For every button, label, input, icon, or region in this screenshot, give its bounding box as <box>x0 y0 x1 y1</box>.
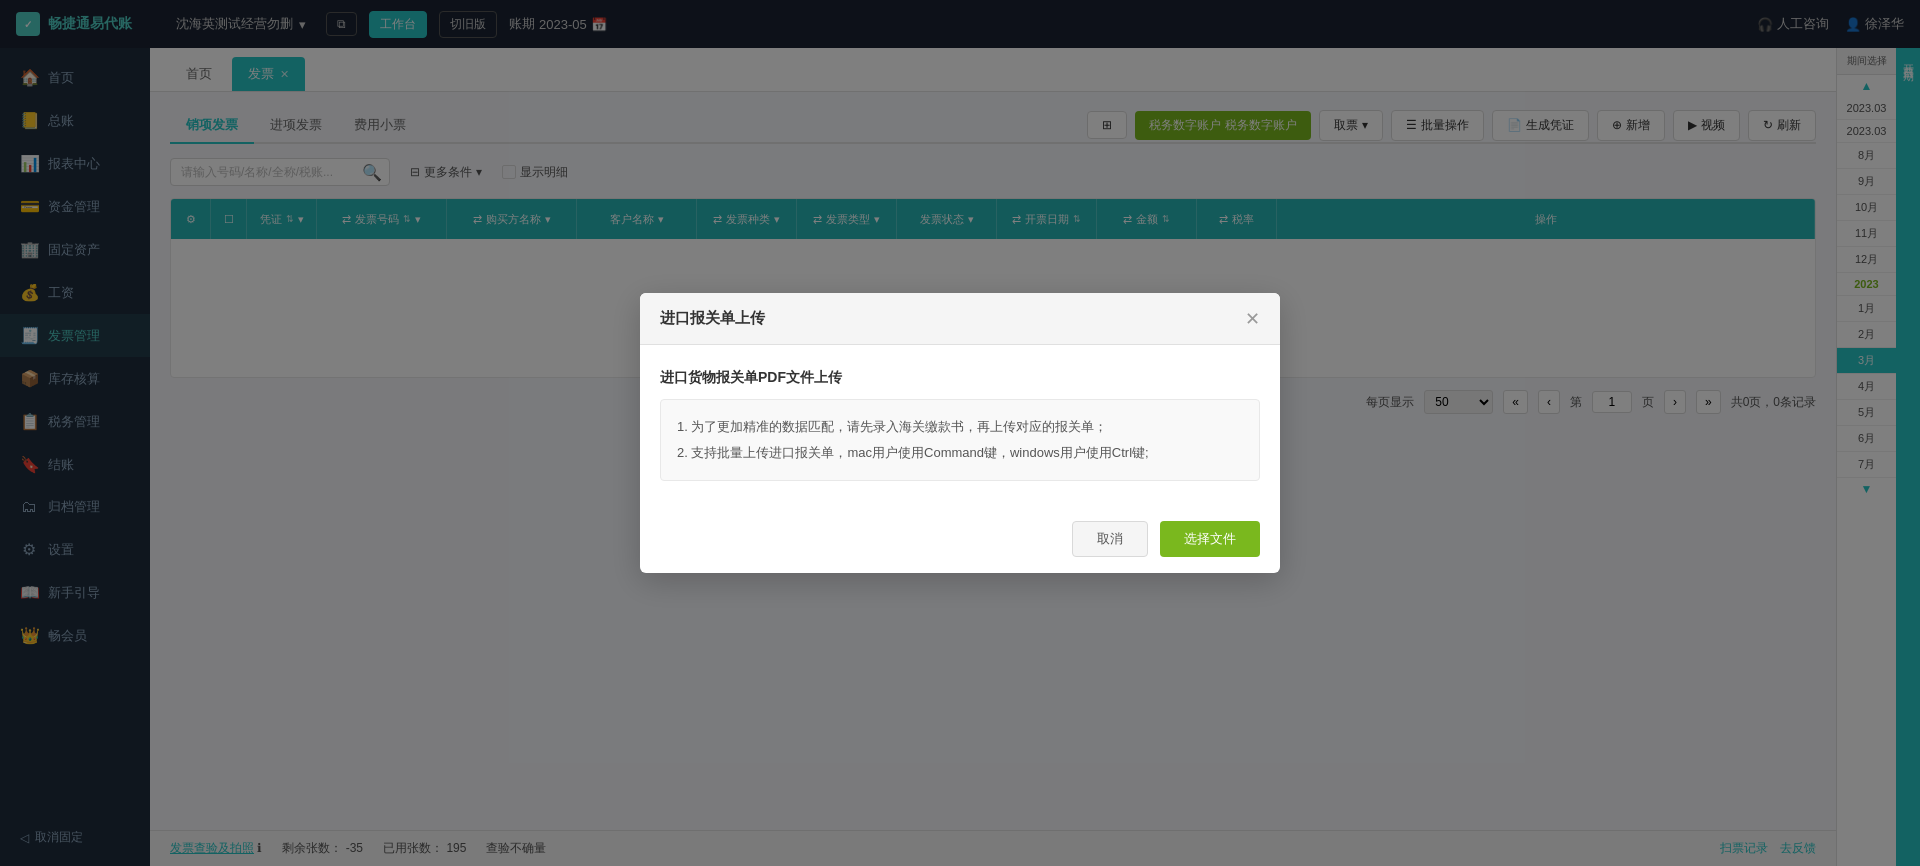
modal-title: 进口报关单上传 <box>660 309 765 328</box>
upload-note-2: 2. 支持批量上传进口报关单，mac用户使用Command键，windows用户… <box>677 440 1243 466</box>
modal-footer: 取消 选择文件 <box>640 505 1280 573</box>
import-modal: 进口报关单上传 ✕ 进口货物报关单PDF文件上传 1. 为了更加精准的数据匹配，… <box>640 293 1280 573</box>
modal-header: 进口报关单上传 ✕ <box>640 293 1280 345</box>
modal-cancel-btn[interactable]: 取消 <box>1072 521 1148 557</box>
upload-title: 进口货物报关单PDF文件上传 <box>660 369 1260 387</box>
modal-confirm-btn[interactable]: 选择文件 <box>1160 521 1260 557</box>
modal-overlay[interactable]: 进口报关单上传 ✕ 进口货物报关单PDF文件上传 1. 为了更加精准的数据匹配，… <box>0 0 1920 866</box>
modal-body: 进口货物报关单PDF文件上传 1. 为了更加精准的数据匹配，请先录入海关缴款书，… <box>640 345 1280 505</box>
upload-note-1: 1. 为了更加精准的数据匹配，请先录入海关缴款书，再上传对应的报关单； <box>677 414 1243 440</box>
upload-notes: 1. 为了更加精准的数据匹配，请先录入海关缴款书，再上传对应的报关单； 2. 支… <box>660 399 1260 481</box>
modal-close-btn[interactable]: ✕ <box>1245 310 1260 328</box>
